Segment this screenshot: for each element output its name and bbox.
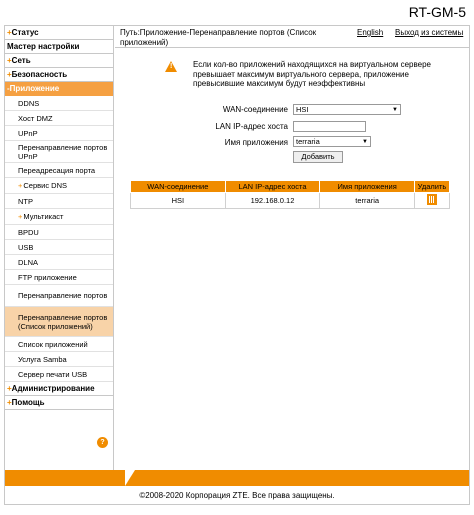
- logout-link[interactable]: Выход из системы: [395, 28, 463, 37]
- app-name-label: Имя приложения: [224, 138, 288, 147]
- sidebar-item-port-forward[interactable]: Переадресация порта: [5, 163, 113, 178]
- sidebar-item-multicast[interactable]: + Мультикаст: [5, 209, 113, 225]
- nav-applications[interactable]: -Приложение: [5, 82, 113, 96]
- sidebar-item-app-list[interactable]: Список приложений: [5, 337, 113, 352]
- col-delete: Удалить: [414, 180, 450, 193]
- sidebar: +Статус Мастер настройки +Сеть +Безопасн…: [5, 26, 114, 470]
- nav-help[interactable]: +Помощь: [5, 396, 113, 410]
- app-table: WAN-соединение LAN IP-адрес хоста Имя пр…: [130, 180, 450, 209]
- cell-lan-ip: 192.168.0.12: [224, 192, 321, 209]
- cell-wan: HSI: [130, 192, 226, 209]
- table-row: HSI 192.168.0.12 terraria: [130, 192, 450, 209]
- sidebar-item-usb[interactable]: USB: [5, 240, 113, 255]
- nav-admin[interactable]: +Администрирование: [5, 382, 113, 396]
- english-link[interactable]: English: [357, 28, 383, 37]
- trash-icon[interactable]: [427, 194, 437, 205]
- sidebar-item-ntp[interactable]: NTP: [5, 194, 113, 209]
- device-model: RT-GM-5: [408, 4, 466, 20]
- footer-bar: [5, 470, 469, 486]
- help-icon[interactable]: ?: [97, 437, 108, 448]
- copyright: ©2008-2020 Корпорация ZTE. Все права защ…: [139, 491, 335, 500]
- wan-select[interactable]: HSI ▼: [293, 104, 401, 115]
- sidebar-item-port-mapping-apps[interactable]: Перенаправление портов (Список приложени…: [5, 307, 113, 337]
- breadcrumb: Путь:Приложение-Перенаправление портов (…: [120, 28, 317, 47]
- col-wan: WAN-соединение: [130, 180, 226, 193]
- warning-text: Если кол-во приложений находящихся на ви…: [193, 60, 431, 88]
- sidebar-item-upnp-portmap[interactable]: Перенаправление портов UPnP: [5, 141, 113, 163]
- lan-ip-label: LAN IP-адрес хоста: [215, 122, 288, 131]
- cell-app: terraria: [319, 192, 415, 209]
- lan-ip-input[interactable]: [293, 121, 366, 132]
- chevron-down-icon: ▼: [392, 107, 398, 113]
- chevron-down-icon: ▼: [362, 139, 368, 145]
- col-app-name: Имя приложения: [319, 180, 415, 193]
- sidebar-item-dmz[interactable]: Хост DMZ: [5, 111, 113, 126]
- warning-icon: !: [165, 61, 177, 72]
- sidebar-item-dns-service[interactable]: + Сервис DNS: [5, 178, 113, 194]
- nav-network[interactable]: +Сеть: [5, 54, 113, 68]
- sidebar-item-upnp[interactable]: UPnP: [5, 126, 113, 141]
- app-name-select[interactable]: terraria ▼: [293, 136, 371, 147]
- sidebar-item-bpdu[interactable]: BPDU: [5, 225, 113, 240]
- nav-wizard[interactable]: Мастер настройки: [5, 40, 113, 54]
- sidebar-item-samba[interactable]: Услуга Samba: [5, 352, 113, 367]
- sidebar-item-usb-print[interactable]: Сервер печати USB: [5, 367, 113, 382]
- sidebar-item-ftp[interactable]: FTP приложение: [5, 270, 113, 285]
- sidebar-item-port-mapping[interactable]: Перенаправление портов: [5, 285, 113, 307]
- nav-status[interactable]: +Статус: [5, 26, 113, 40]
- sidebar-item-ddns[interactable]: DDNS: [5, 96, 113, 111]
- nav-security[interactable]: +Безопасность: [5, 68, 113, 82]
- sidebar-item-dlna[interactable]: DLNA: [5, 255, 113, 270]
- add-button[interactable]: Добавить: [293, 151, 343, 163]
- table-header: WAN-соединение LAN IP-адрес хоста Имя пр…: [130, 180, 450, 193]
- cell-delete: [414, 192, 450, 209]
- wan-label: WAN-соединение: [222, 105, 288, 114]
- breadcrumb-bar: Путь:Приложение-Перенаправление портов (…: [115, 26, 469, 48]
- col-lan-ip: LAN IP-адрес хоста: [224, 180, 321, 193]
